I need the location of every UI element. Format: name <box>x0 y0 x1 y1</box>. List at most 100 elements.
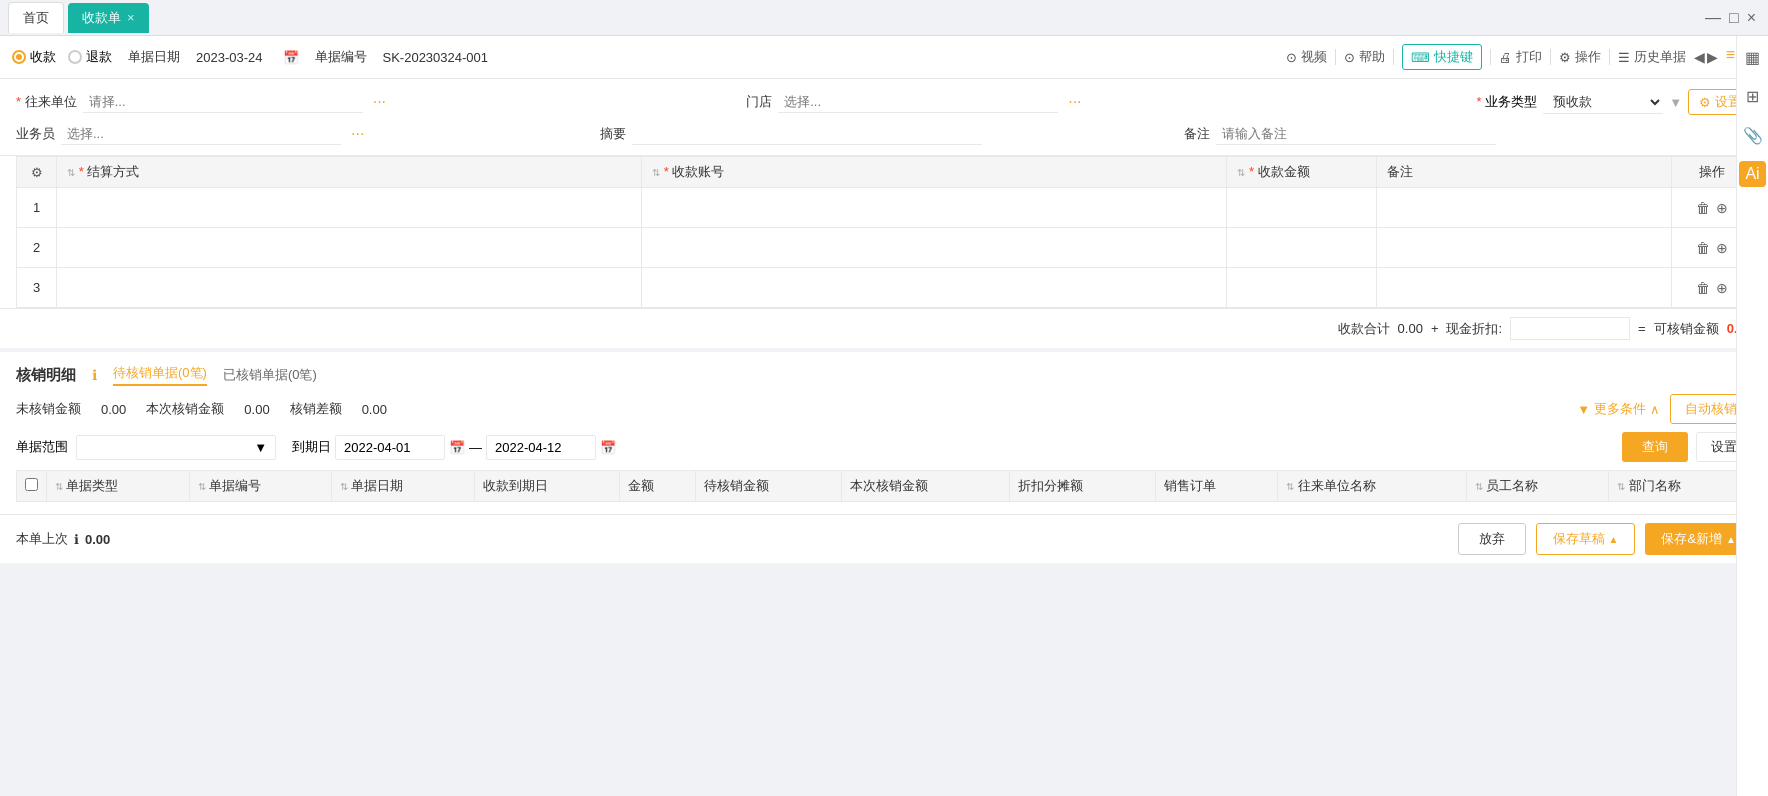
store-input[interactable] <box>778 91 1058 113</box>
unverified-label: 未核销金额 <box>16 400 81 418</box>
business-type-dropdown-icon[interactable]: ▼ <box>1669 95 1682 110</box>
th-discount: 折扣分摊额 <box>1010 471 1155 502</box>
range-select[interactable]: ▼ <box>76 435 276 460</box>
salesperson-label: 业务员 <box>16 125 55 143</box>
pending-tab[interactable]: 待核销单据(0笔) <box>113 364 207 386</box>
right-sidebar: ▦ ⊞ 📎 Ai <box>1736 36 1768 796</box>
counterpart-label: * 往来单位 <box>16 93 77 111</box>
help-btn[interactable]: ⊙ 帮助 <box>1344 48 1385 66</box>
list-view-icon[interactable]: ≡ <box>1726 46 1735 69</box>
shortcut-button[interactable]: ⌨ 快捷键 <box>1402 44 1482 70</box>
footer: 本单上次 ℹ 0.00 放弃 保存草稿 ▲ 保存&新增 ▲ <box>0 514 1768 563</box>
store-more-icon[interactable]: ··· <box>1068 93 1081 111</box>
query-button[interactable]: 查询 <box>1622 432 1688 462</box>
total-value: 0.00 <box>1398 321 1423 336</box>
save-new-arrow-icon: ▲ <box>1726 534 1736 545</box>
row-amount[interactable] <box>1227 228 1377 268</box>
range-dropdown-icon: ▼ <box>254 440 267 455</box>
store-field: 门店 ··· <box>746 91 1460 113</box>
calendar-icon[interactable]: 📅 <box>283 50 299 65</box>
row-amount[interactable] <box>1227 188 1377 228</box>
history-btn[interactable]: ☰ 历史单据 <box>1618 48 1686 66</box>
more-filter-btn[interactable]: ▼ 更多条件 ∧ <box>1577 400 1660 418</box>
tab-receipt[interactable]: 收款单 × <box>68 3 149 33</box>
verified-tab[interactable]: 已核销单据(0笔) <box>223 366 317 384</box>
tab-close-icon[interactable]: × <box>127 10 135 25</box>
next-arrow[interactable]: ▶ <box>1707 49 1718 65</box>
th-due-date: 收款到期日 <box>474 471 619 502</box>
form-row-2: 业务员 ··· 摘要 备注 <box>16 123 1752 145</box>
verification-header: 核销明细 ℹ 待核销单据(0笔) 已核销单据(0笔) <box>16 364 1752 386</box>
memo-label: 摘要 <box>600 125 626 143</box>
table-gear-icon[interactable]: ⚙ <box>31 165 43 180</box>
bottom-table: ⇅ 单据类型 ⇅ 单据编号 ⇅ 单据日期 收款到期日 金 <box>16 470 1752 502</box>
row-remark[interactable] <box>1377 268 1672 308</box>
delete-row-icon[interactable]: 🗑 <box>1696 280 1710 296</box>
memo-input[interactable] <box>632 123 982 145</box>
footer-info: 本单上次 ℹ 0.00 <box>16 530 110 548</box>
doc-number-label: 单据编号 <box>315 48 367 66</box>
video-icon: ⊙ <box>1286 50 1297 65</box>
row-account[interactable] <box>642 268 1227 308</box>
form-section: * 往来单位 ··· 门店 ··· * 业务类型 <box>0 79 1768 156</box>
counterpart-field: * 往来单位 ··· <box>16 91 730 113</box>
salesperson-more-icon[interactable]: ··· <box>351 125 364 143</box>
row-amount[interactable] <box>1227 268 1377 308</box>
history-icon: ☰ <box>1618 50 1630 65</box>
prev-arrow[interactable]: ◀ <box>1694 49 1705 65</box>
delete-row-icon[interactable]: 🗑 <box>1696 200 1710 216</box>
select-all-checkbox[interactable] <box>25 478 38 491</box>
salesperson-input[interactable] <box>61 123 341 145</box>
table-row: 2 🗑 ⊕ <box>17 228 1752 268</box>
abandon-button[interactable]: 放弃 <box>1458 523 1526 555</box>
row-settlement[interactable] <box>57 268 642 308</box>
th-doc-type: ⇅ 单据类型 <box>47 471 190 502</box>
counterpart-input[interactable] <box>83 91 363 113</box>
tab-home[interactable]: 首页 <box>8 2 64 33</box>
copy-row-icon[interactable]: ⊕ <box>1716 200 1728 216</box>
row-settlement[interactable] <box>57 228 642 268</box>
row-settlement[interactable] <box>57 188 642 228</box>
row-num: 2 <box>17 228 57 268</box>
sidebar-attachment-icon[interactable]: 📎 <box>1739 122 1767 149</box>
save-draft-button[interactable]: 保存草稿 ▲ <box>1536 523 1636 555</box>
radio-refund[interactable]: 退款 <box>68 48 112 66</box>
th-doc-date: ⇅ 单据日期 <box>332 471 475 502</box>
calendar-start-icon[interactable]: 📅 <box>449 440 465 455</box>
table-row: 3 🗑 ⊕ <box>17 268 1752 308</box>
due-date-start-input[interactable] <box>335 435 445 460</box>
copy-row-icon[interactable]: ⊕ <box>1716 280 1728 296</box>
sidebar-table-icon[interactable]: ▦ <box>1741 44 1764 71</box>
receipt-refund-radio: 收款 退款 <box>12 48 112 66</box>
print-btn[interactable]: 🖨 打印 <box>1499 48 1542 66</box>
operations-btn[interactable]: ⚙ 操作 <box>1559 48 1601 66</box>
delete-row-icon[interactable]: 🗑 <box>1696 240 1710 256</box>
counterpart-more-icon[interactable]: ··· <box>373 93 386 111</box>
row-remark[interactable] <box>1377 188 1672 228</box>
copy-row-icon[interactable]: ⊕ <box>1716 240 1728 256</box>
total-label: 收款合计 <box>1338 320 1390 338</box>
minimize-button[interactable]: — <box>1705 9 1721 27</box>
maximize-button[interactable]: □ <box>1729 9 1739 27</box>
sidebar-panel-icon[interactable]: Ai <box>1739 161 1765 187</box>
radio-refund-dot <box>68 50 82 64</box>
verification-section: 核销明细 ℹ 待核销单据(0笔) 已核销单据(0笔) 未核销金额 0.00 本次… <box>0 348 1768 514</box>
calendar-end-icon[interactable]: 📅 <box>600 440 616 455</box>
due-date-end-input[interactable] <box>486 435 596 460</box>
row-account[interactable] <box>642 188 1227 228</box>
info-icon[interactable]: ℹ <box>92 367 97 383</box>
row-account[interactable] <box>642 228 1227 268</box>
sidebar-grid-icon[interactable]: ⊞ <box>1742 83 1763 110</box>
radio-receipt[interactable]: 收款 <box>12 48 56 66</box>
close-button[interactable]: × <box>1747 9 1756 27</box>
row-remark[interactable] <box>1377 228 1672 268</box>
toolbar: 收款 退款 单据日期 2023-03-24 📅 单据编号 SK-20230324… <box>0 36 1768 79</box>
th-employee-name: ⇅ 员工名称 <box>1466 471 1609 502</box>
radio-refund-label: 退款 <box>86 48 112 66</box>
data-table: ⚙ ⇅ * 结算方式 ⇅ * 收款账号 ⇅ <box>16 156 1752 308</box>
discount-input[interactable] <box>1510 317 1630 340</box>
th-index: ⚙ <box>17 157 57 188</box>
video-btn[interactable]: ⊙ 视频 <box>1286 48 1327 66</box>
business-type-select[interactable]: 预收款 应收账款 <box>1543 90 1663 114</box>
remark-input[interactable] <box>1216 123 1496 145</box>
